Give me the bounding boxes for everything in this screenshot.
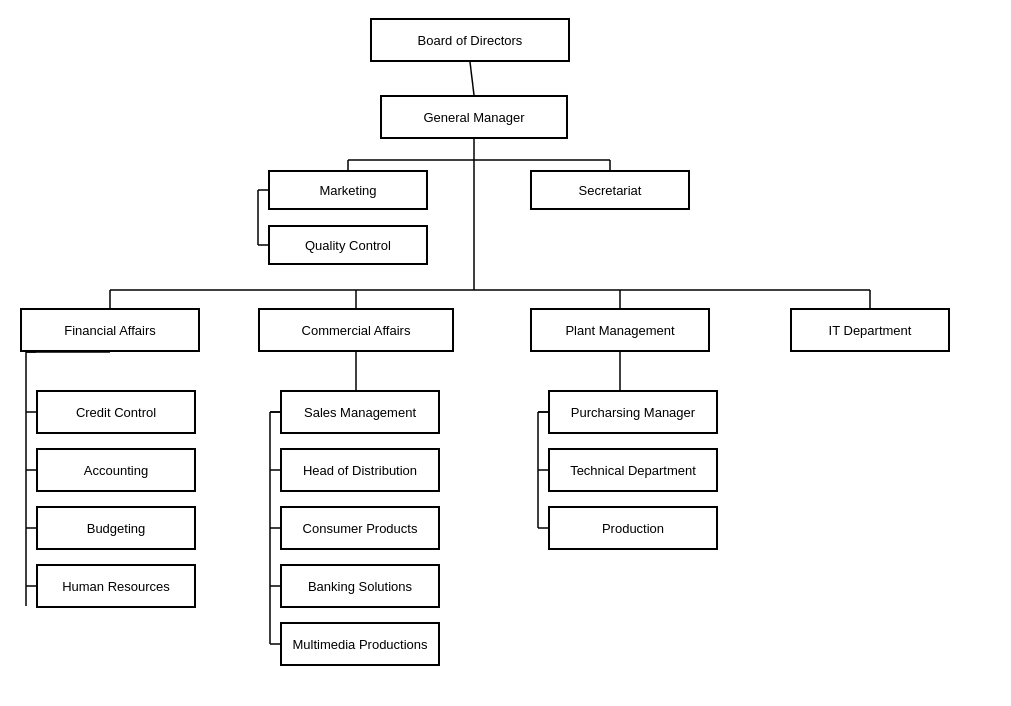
board-node: Board of Directors xyxy=(370,18,570,62)
technical-node: Technical Department xyxy=(548,448,718,492)
secretariat-node: Secretariat xyxy=(530,170,690,210)
it-node: IT Department xyxy=(790,308,950,352)
commercial-node: Commercial Affairs xyxy=(258,308,454,352)
svg-line-0 xyxy=(470,62,474,95)
plant-node: Plant Management xyxy=(530,308,710,352)
budgeting-node: Budgeting xyxy=(36,506,196,550)
quality-node: Quality Control xyxy=(268,225,428,265)
org-chart: Board of Directors General Manager Marke… xyxy=(0,0,1011,706)
purchasing-node: Purcharsing Manager xyxy=(548,390,718,434)
consumer-node: Consumer Products xyxy=(280,506,440,550)
banking-node: Banking Solutions xyxy=(280,564,440,608)
production-node: Production xyxy=(548,506,718,550)
credit-node: Credit Control xyxy=(36,390,196,434)
gm-node: General Manager xyxy=(380,95,568,139)
distribution-node: Head of Distribution xyxy=(280,448,440,492)
accounting-node: Accounting xyxy=(36,448,196,492)
financial-node: Financial Affairs xyxy=(20,308,200,352)
hr-node: Human Resources xyxy=(36,564,196,608)
sales-node: Sales Management xyxy=(280,390,440,434)
marketing-node: Marketing xyxy=(268,170,428,210)
multimedia-node: Multimedia Productions xyxy=(280,622,440,666)
